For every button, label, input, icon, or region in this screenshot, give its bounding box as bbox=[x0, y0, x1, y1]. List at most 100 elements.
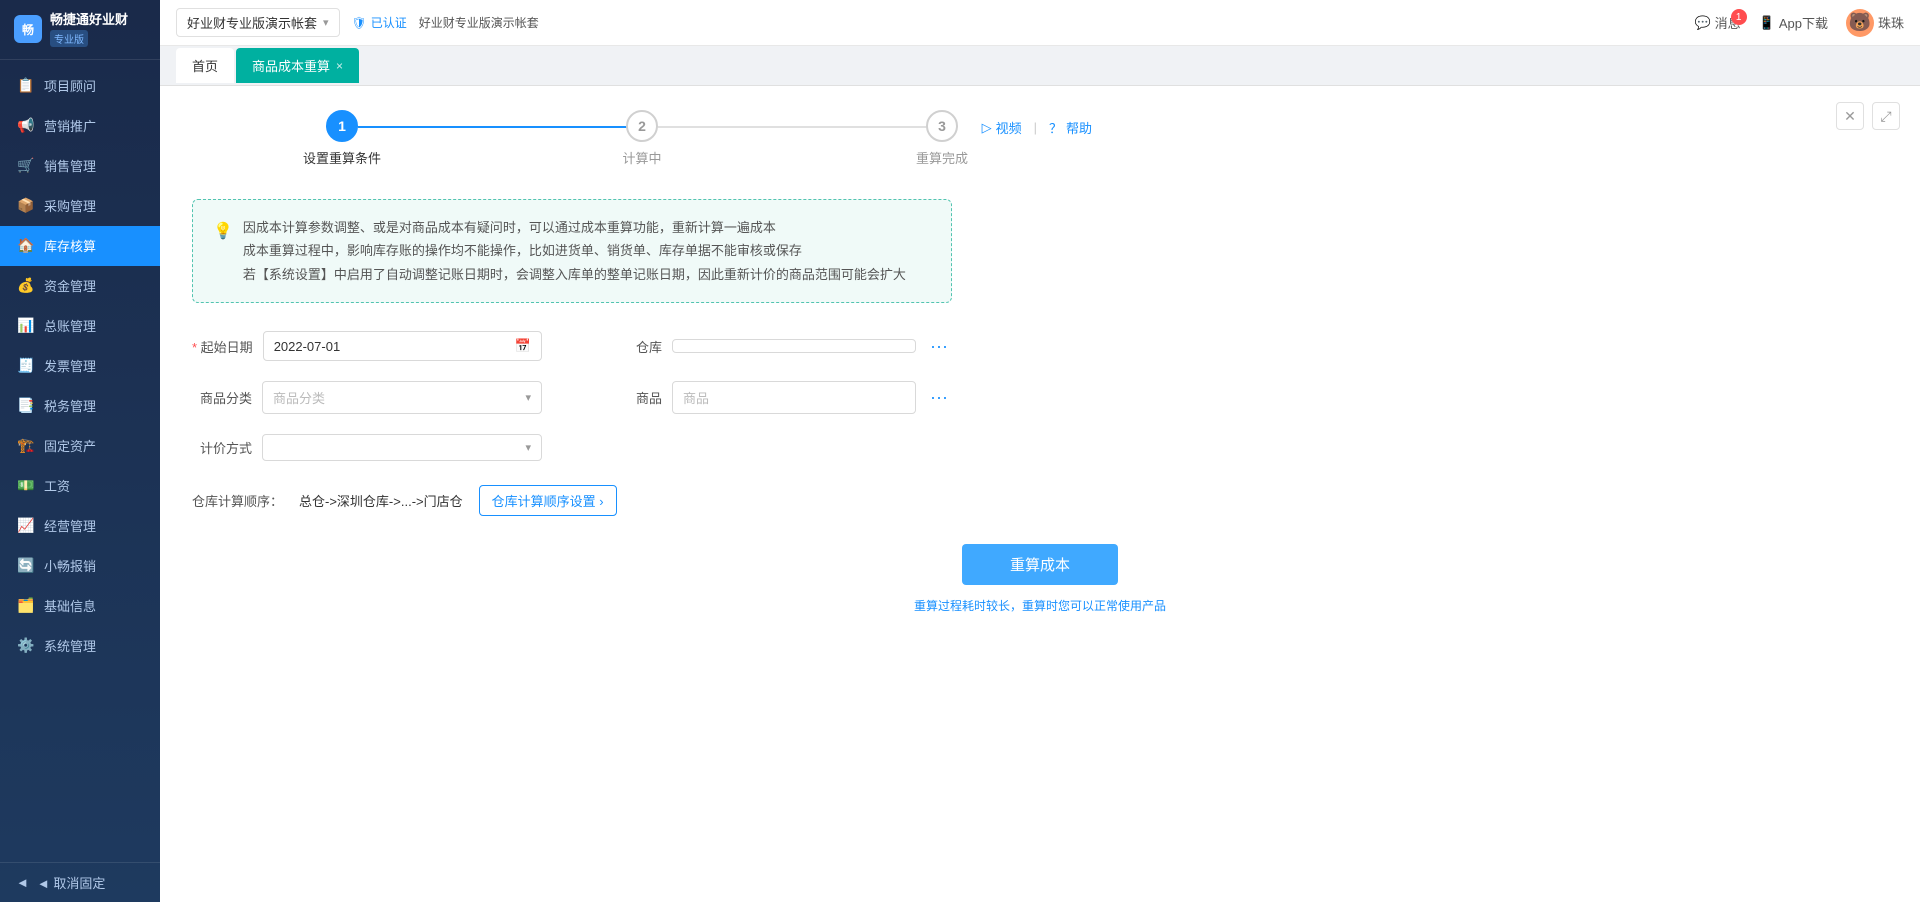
account-display: 好业财专业版演示帐套 bbox=[419, 14, 539, 31]
warehouse-order-settings-button[interactable]: 仓库计算顺序设置 › bbox=[479, 485, 617, 516]
recalc-button[interactable]: 重算成本 bbox=[962, 544, 1118, 585]
finance-icon: 💰 bbox=[16, 276, 36, 296]
sidebar-unpin[interactable]: ◄ ◄ 取消固定 bbox=[0, 862, 160, 902]
play-icon: ▷ bbox=[982, 120, 992, 136]
sidebar-item-label: 经营管理 bbox=[44, 516, 96, 535]
logo-text: 畅捷通好业财 专业版 bbox=[50, 12, 128, 47]
purchase-icon: 📦 bbox=[16, 196, 36, 216]
warehouse-label: 仓库 bbox=[602, 337, 662, 356]
accounting-icon: 📊 bbox=[16, 316, 36, 336]
form-grid: 起始日期 2022-07-01 📅 仓库 ··· 商品分类 商品分类 ▾ bbox=[192, 331, 952, 461]
app-download-button[interactable]: 📱 App下载 bbox=[1759, 13, 1828, 32]
sidebar-item-invoice[interactable]: 🧾 发票管理 bbox=[0, 346, 160, 386]
warehouse-row: 仓库 ··· bbox=[602, 331, 952, 361]
category-select[interactable]: 商品分类 ▾ bbox=[262, 381, 542, 414]
step-1-label: 设置重算条件 bbox=[303, 148, 381, 167]
tab-cost-recalc[interactable]: 商品成本重算 × bbox=[236, 48, 359, 83]
sidebar-item-label: 小畅报销 bbox=[44, 556, 96, 575]
product-input[interactable]: 商品 bbox=[672, 381, 916, 414]
sidebar-item-basic[interactable]: 🗂️ 基础信息 bbox=[0, 586, 160, 626]
sidebar-item-expense[interactable]: 🔄 小畅报销 bbox=[0, 546, 160, 586]
product-label: 商品 bbox=[602, 388, 662, 407]
warehouse-order-row: 仓库计算顺序： 总仓->深圳仓库->...->门店仓 仓库计算顺序设置 › bbox=[192, 485, 952, 516]
sidebar-item-ops[interactable]: 📈 经营管理 bbox=[0, 506, 160, 546]
step-3-label: 重算完成 bbox=[916, 148, 968, 167]
account-name: 好业财专业版演示帐套 bbox=[187, 13, 317, 32]
message-icon: 💬 bbox=[1694, 15, 1710, 31]
sidebar-item-label: 发票管理 bbox=[44, 356, 96, 375]
tab-close-icon[interactable]: × bbox=[336, 59, 343, 73]
hint-text: 重算过程耗时较长，重算时您可以正常使用产品 bbox=[192, 597, 1888, 614]
question-icon: ？ bbox=[1049, 118, 1062, 137]
sidebar-item-label: 资金管理 bbox=[44, 276, 96, 295]
sidebar-item-tax[interactable]: 📑 税务管理 bbox=[0, 386, 160, 426]
sidebar: 畅 畅捷通好业财 专业版 📋 项目顾问 📢 营销推广 🛒 销售管理 📦 采购管理… bbox=[0, 0, 160, 902]
assets-icon: 🏗️ bbox=[16, 436, 36, 456]
sidebar-item-system[interactable]: ⚙️ 系统管理 bbox=[0, 626, 160, 666]
topbar: 好业财专业版演示帐套 ▾ 🛡 已认证 好业财专业版演示帐套 💬 消息 1 📱 A… bbox=[160, 0, 1920, 46]
stepper-helper: ▷ 视频 | ？ 帮助 bbox=[982, 118, 1092, 137]
step-2-circle: 2 bbox=[626, 110, 658, 142]
expand-button[interactable]: ⤢ bbox=[1872, 102, 1900, 130]
marketing-icon: 📢 bbox=[16, 116, 36, 136]
topbar-left: 好业财专业版演示帐套 ▾ 🛡 已认证 好业财专业版演示帐套 bbox=[176, 8, 539, 37]
start-date-input[interactable]: 2022-07-01 📅 bbox=[263, 331, 542, 361]
sidebar-item-finance[interactable]: 💰 资金管理 bbox=[0, 266, 160, 306]
step-2-label: 计算中 bbox=[622, 148, 661, 167]
category-placeholder: 商品分类 bbox=[273, 388, 325, 407]
sidebar-item-inventory[interactable]: 🏠 库存核算 bbox=[0, 226, 160, 266]
pricing-select[interactable]: ▾ bbox=[262, 434, 542, 461]
logo-icon: 畅 bbox=[14, 15, 42, 43]
warehouse-picker-button[interactable]: ··· bbox=[926, 332, 952, 361]
close-page-button[interactable]: ✕ bbox=[1836, 102, 1864, 130]
tabbar: 首页 商品成本重算 × bbox=[160, 46, 1920, 86]
sidebar-item-marketing[interactable]: 📢 营销推广 bbox=[0, 106, 160, 146]
chevron-down-icon: ▾ bbox=[525, 441, 531, 454]
sidebar-item-purchase[interactable]: 📦 采购管理 bbox=[0, 186, 160, 226]
message-button[interactable]: 💬 消息 1 bbox=[1694, 13, 1740, 32]
sidebar-item-label: 系统管理 bbox=[44, 636, 96, 655]
invoice-icon: 🧾 bbox=[16, 356, 36, 376]
sidebar-item-project[interactable]: 📋 项目顾问 bbox=[0, 66, 160, 106]
info-icon: 💡 bbox=[213, 218, 233, 286]
page-content: ✕ ⤢ 1 设置重算条件 2 计算中 bbox=[160, 86, 1920, 902]
help-link[interactable]: ？ 帮助 bbox=[1049, 118, 1092, 137]
step-1-circle: 1 bbox=[326, 110, 358, 142]
step-2: 2 计算中 bbox=[492, 110, 792, 167]
start-date-value: 2022-07-01 bbox=[274, 339, 341, 354]
step-3-circle: 3 bbox=[926, 110, 958, 142]
warehouse-input[interactable] bbox=[672, 339, 916, 353]
calendar-icon[interactable]: 📅 bbox=[515, 338, 531, 354]
category-label: 商品分类 bbox=[192, 388, 252, 407]
sidebar-item-salary[interactable]: 💵 工资 bbox=[0, 466, 160, 506]
salary-icon: 💵 bbox=[16, 476, 36, 496]
tax-icon: 📑 bbox=[16, 396, 36, 416]
sidebar-item-label: 税务管理 bbox=[44, 396, 96, 415]
chevron-down-icon: ▾ bbox=[525, 391, 531, 404]
topbar-right: 💬 消息 1 📱 App下载 🐻 珠珠 bbox=[1694, 9, 1904, 37]
tab-home[interactable]: 首页 bbox=[176, 48, 234, 83]
pricing-row: 计价方式 ▾ bbox=[192, 434, 542, 461]
category-row: 商品分类 商品分类 ▾ bbox=[192, 381, 542, 414]
sidebar-item-assets[interactable]: 🏗️ 固定资产 bbox=[0, 426, 160, 466]
avatar: 🐻 bbox=[1846, 9, 1874, 37]
sidebar-item-label: 库存核算 bbox=[44, 236, 96, 255]
info-box: 💡 因成本计算参数调整、或是对商品成本有疑问时，可以通过成本重算功能，重新计算一… bbox=[192, 199, 952, 303]
ops-icon: 📈 bbox=[16, 516, 36, 536]
account-selector[interactable]: 好业财专业版演示帐套 ▾ bbox=[176, 8, 340, 37]
page-controls: ✕ ⤢ bbox=[1836, 102, 1900, 130]
video-link[interactable]: ▷ 视频 bbox=[982, 118, 1022, 137]
sidebar-item-accounting[interactable]: 📊 总账管理 bbox=[0, 306, 160, 346]
expense-icon: 🔄 bbox=[16, 556, 36, 576]
start-date-label: 起始日期 bbox=[192, 337, 253, 356]
product-picker-button[interactable]: ··· bbox=[926, 383, 952, 412]
chevron-down-icon: ▾ bbox=[323, 16, 329, 29]
expand-icon: ⤢ bbox=[1880, 108, 1891, 125]
main-content: 好业财专业版演示帐套 ▾ 🛡 已认证 好业财专业版演示帐套 💬 消息 1 📱 A… bbox=[160, 0, 1920, 902]
user-menu[interactable]: 🐻 珠珠 bbox=[1846, 9, 1904, 37]
sidebar-menu: 📋 项目顾问 📢 营销推广 🛒 销售管理 📦 采购管理 🏠 库存核算 💰 资金管… bbox=[0, 60, 160, 862]
sidebar-item-sales[interactable]: 🛒 销售管理 bbox=[0, 146, 160, 186]
sidebar-item-label: 固定资产 bbox=[44, 436, 96, 455]
sidebar-item-label: 工资 bbox=[44, 476, 70, 495]
sidebar-item-label: 总账管理 bbox=[44, 316, 96, 335]
